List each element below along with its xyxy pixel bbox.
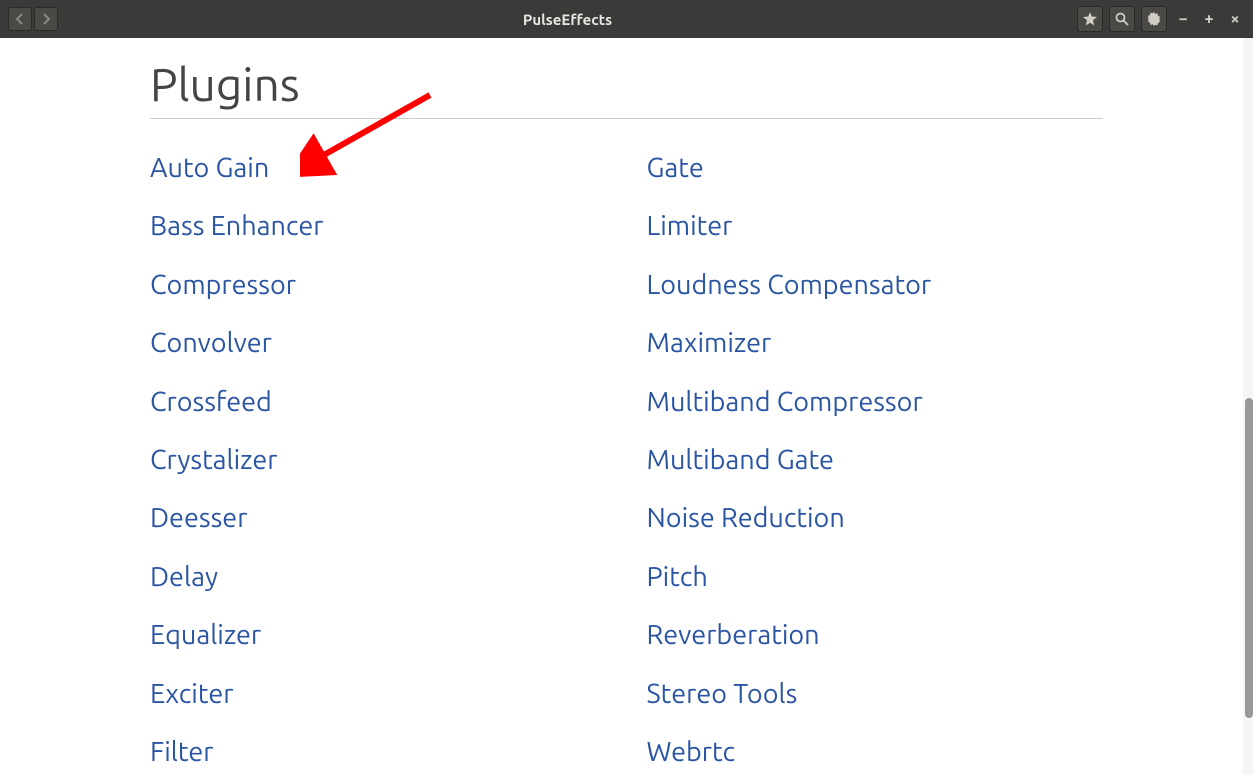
- star-icon: [1083, 12, 1097, 26]
- plugin-link-limiter[interactable]: Limiter: [647, 197, 1104, 255]
- plugin-columns: Auto Gain Bass Enhancer Compressor Convo…: [150, 139, 1103, 775]
- plugin-link-crystalizer[interactable]: Crystalizer: [150, 431, 607, 489]
- settings-button[interactable]: [1141, 6, 1167, 32]
- search-button[interactable]: [1109, 6, 1135, 32]
- right-button-group: − + ×: [1077, 6, 1245, 32]
- plugin-link-maximizer[interactable]: Maximizer: [647, 314, 1104, 372]
- forward-button[interactable]: [34, 7, 58, 31]
- plugin-link-exciter[interactable]: Exciter: [150, 665, 607, 723]
- plugin-link-webrtc[interactable]: Webrtc: [647, 723, 1104, 775]
- window-title: PulseEffects: [58, 11, 1077, 28]
- plugin-link-compressor[interactable]: Compressor: [150, 256, 607, 314]
- plugin-column-right: Gate Limiter Loudness Compensator Maximi…: [647, 139, 1104, 775]
- arrow-left-icon: [14, 13, 26, 25]
- title-bar: PulseEffects − + ×: [0, 0, 1253, 38]
- nav-button-group: [8, 7, 58, 31]
- plugin-column-left: Auto Gain Bass Enhancer Compressor Convo…: [150, 139, 607, 775]
- plugin-link-gate[interactable]: Gate: [647, 139, 1104, 197]
- close-icon: ×: [1230, 10, 1239, 28]
- plugin-link-reverberation[interactable]: Reverberation: [647, 606, 1104, 664]
- plugin-link-pitch[interactable]: Pitch: [647, 548, 1104, 606]
- plugin-link-multiband-gate[interactable]: Multiband Gate: [647, 431, 1104, 489]
- content-area: Plugins Auto Gain Bass Enhancer Compress…: [0, 38, 1253, 775]
- plugin-link-auto-gain[interactable]: Auto Gain: [150, 139, 607, 197]
- arrow-right-icon: [40, 13, 52, 25]
- minimize-icon: −: [1178, 10, 1187, 28]
- back-button[interactable]: [8, 7, 32, 31]
- plugin-link-stereo-tools[interactable]: Stereo Tools: [647, 665, 1104, 723]
- plugin-link-deesser[interactable]: Deesser: [150, 489, 607, 547]
- scrollbar-thumb[interactable]: [1245, 398, 1253, 718]
- page-title: Plugins: [150, 58, 1103, 119]
- plugin-link-delay[interactable]: Delay: [150, 548, 607, 606]
- plugin-link-loudness-compensator[interactable]: Loudness Compensator: [647, 256, 1104, 314]
- search-icon: [1115, 12, 1129, 26]
- minimize-button[interactable]: −: [1173, 9, 1193, 29]
- close-button[interactable]: ×: [1225, 9, 1245, 29]
- plugin-link-filter[interactable]: Filter: [150, 723, 607, 775]
- gear-icon: [1147, 12, 1161, 26]
- plugin-link-convolver[interactable]: Convolver: [150, 314, 607, 372]
- plugin-link-multiband-compressor[interactable]: Multiband Compressor: [647, 373, 1104, 431]
- maximize-button[interactable]: +: [1199, 9, 1219, 29]
- plugin-link-equalizer[interactable]: Equalizer: [150, 606, 607, 664]
- star-button[interactable]: [1077, 6, 1103, 32]
- plugin-link-crossfeed[interactable]: Crossfeed: [150, 373, 607, 431]
- maximize-icon: +: [1204, 10, 1213, 28]
- plugin-link-bass-enhancer[interactable]: Bass Enhancer: [150, 197, 607, 255]
- plugin-link-noise-reduction[interactable]: Noise Reduction: [647, 489, 1104, 547]
